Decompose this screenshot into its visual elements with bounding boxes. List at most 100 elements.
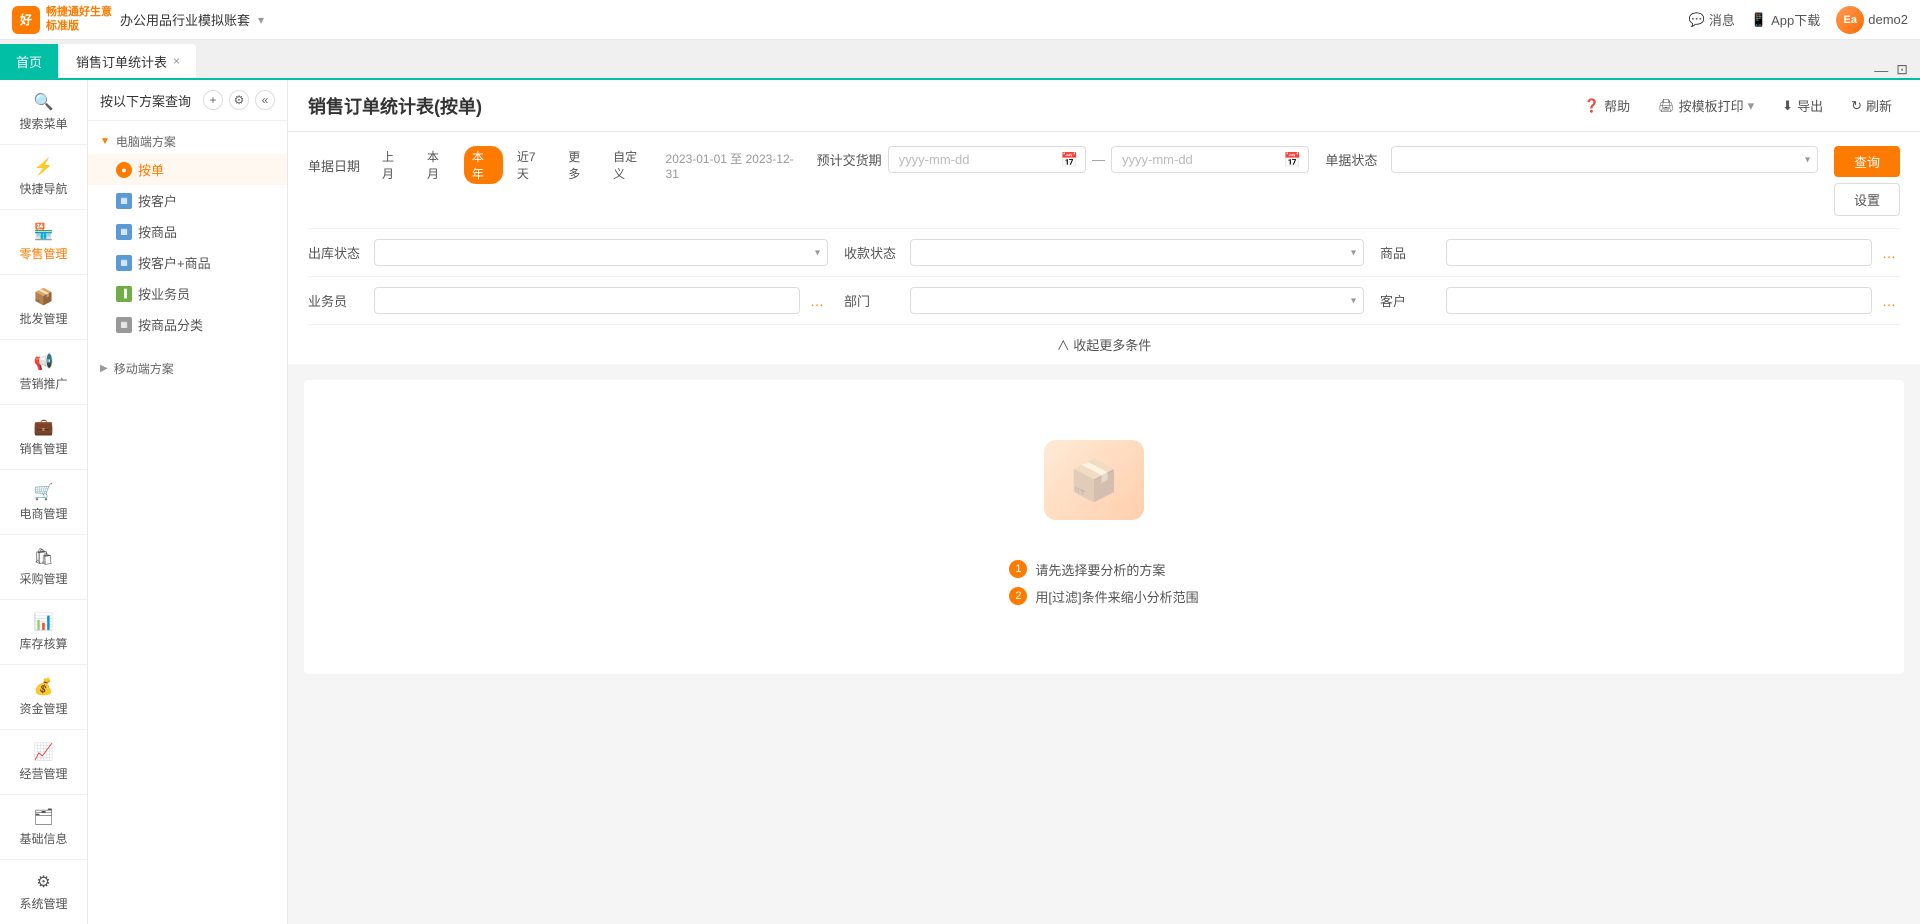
scheme-item-by-goods[interactable]: ▦ 按商品 xyxy=(88,216,287,247)
tab-restore-icon[interactable]: ⊡ xyxy=(1896,61,1908,78)
marketing-icon: 📢 xyxy=(4,352,83,372)
avatar: Ea xyxy=(1836,6,1864,34)
expected-date-start[interactable] xyxy=(888,146,1086,173)
action-buttons: 查询 设置 xyxy=(1834,146,1900,216)
empty-state: 📦 1 请先选择要分析的方案 2 用[过滤]条件来缩小分析范围 xyxy=(304,380,1904,674)
empty-tips: 1 请先选择要分析的方案 2 用[过滤]条件来缩小分析范围 xyxy=(1009,560,1198,614)
finance-icon: 💰 xyxy=(4,677,83,697)
print-dropdown-icon[interactable]: ▾ xyxy=(1748,98,1755,114)
sidebar-item-marketing[interactable]: 📢 营销推广 xyxy=(0,340,87,405)
tip-num-2: 2 xyxy=(1009,587,1027,605)
date-last-month[interactable]: 上月 xyxy=(374,146,413,184)
help-button[interactable]: ❓ 帮助 xyxy=(1576,92,1638,119)
goods-more-icon[interactable]: … xyxy=(1878,245,1900,261)
delivery-status-wrapper: ▾ xyxy=(374,239,828,266)
tip-num-1: 1 xyxy=(1009,560,1027,578)
date-last-7-days[interactable]: 近7天 xyxy=(509,146,554,184)
logo-area: 好 畅捷通好生意 标准版 xyxy=(12,6,112,34)
salesman-label: 业务员 xyxy=(308,291,368,310)
basic-info-icon: 🗂 xyxy=(4,807,83,827)
retail-icon: 🏪 xyxy=(4,222,83,242)
scheme-item-by-customer[interactable]: ▦ 按客户 xyxy=(88,185,287,216)
scheme-item-by-customer-goods[interactable]: ▦ 按客户+商品 xyxy=(88,247,287,278)
scheme-settings-button[interactable]: ⚙ xyxy=(229,90,249,110)
export-button[interactable]: ⬇ 导出 xyxy=(1774,92,1831,119)
receipt-status-label: 收款状态 xyxy=(844,243,904,262)
tab-home[interactable]: 首页 xyxy=(0,44,58,78)
sidebar-item-purchase[interactable]: 🛍 采购管理 xyxy=(0,535,87,600)
sidebar-item-operations[interactable]: 📈 经营管理 xyxy=(0,730,87,795)
settings-button[interactable]: 设置 xyxy=(1834,183,1900,216)
pc-section-header[interactable]: ▼ 电脑端方案 xyxy=(88,129,287,154)
scheme-panel-header: 按以下方案查询 + ⚙ « xyxy=(88,80,287,121)
customer-more-icon[interactable]: … xyxy=(1878,293,1900,309)
top-bar: 好 畅捷通好生意 标准版 办公用品行业模拟账套 ▾ 💬 消息 📱 App下载 E… xyxy=(0,0,1920,40)
breadcrumb-arrow-icon[interactable]: ▾ xyxy=(258,13,264,27)
sidebar-item-inventory[interactable]: 📊 库存核算 xyxy=(0,600,87,665)
sales-icon: 💼 xyxy=(4,417,83,437)
customer-label: 客户 xyxy=(1380,291,1440,310)
scheme-panel-actions: + ⚙ « xyxy=(203,90,275,110)
collapse-button[interactable]: ∧ 收起更多条件 xyxy=(1057,335,1152,354)
main-area: 销售订单统计表(按单) ❓ 帮助 🖨 按模板打印 ▾ ⬇ 导出 xyxy=(288,80,1920,924)
scheme-item-by-category[interactable]: ▦ 按商品分类 xyxy=(88,309,287,340)
goods-input[interactable] xyxy=(1446,239,1872,266)
by-goods-icon: ▦ xyxy=(116,224,132,240)
tab-minimize-icon[interactable]: — xyxy=(1874,62,1888,78)
bill-status-select[interactable] xyxy=(1391,146,1818,173)
add-scheme-button[interactable]: + xyxy=(203,90,223,110)
sidebar-item-system[interactable]: ⚙ 系统管理 xyxy=(0,860,87,924)
pc-section-title: 电脑端方案 xyxy=(116,133,176,150)
tab-current[interactable]: 销售订单统计表 × xyxy=(60,44,196,78)
mobile-section-header[interactable]: ▶ 移动端方案 xyxy=(88,356,287,381)
sidebar-item-search[interactable]: 🔍 搜索菜单 xyxy=(0,80,87,145)
page-header: 销售订单统计表(按单) ❓ 帮助 🖨 按模板打印 ▾ ⬇ 导出 xyxy=(288,80,1920,132)
tab-bar-actions: — ⊡ xyxy=(1862,61,1920,78)
receipt-status-select[interactable] xyxy=(910,239,1364,266)
scheme-item-by-order[interactable]: ● 按单 xyxy=(88,154,287,185)
salesman-input[interactable] xyxy=(374,287,800,314)
date-this-month[interactable]: 本月 xyxy=(419,146,458,184)
message-button[interactable]: 💬 消息 xyxy=(1689,10,1735,29)
search-icon: 🔍 xyxy=(4,92,83,112)
sidebar-item-sales[interactable]: 💼 销售管理 xyxy=(0,405,87,470)
calendar-end-icon[interactable]: 📅 xyxy=(1284,151,1301,168)
tab-close-icon[interactable]: × xyxy=(173,54,180,68)
message-icon: 💬 xyxy=(1689,12,1705,28)
date-this-year[interactable]: 本年 xyxy=(464,146,503,184)
purchase-icon: 🛍 xyxy=(4,547,83,567)
calendar-start-icon[interactable]: 📅 xyxy=(1061,151,1078,168)
tab-bar: 首页 销售订单统计表 × — ⊡ xyxy=(0,40,1920,80)
expected-date-start-wrapper: 📅 xyxy=(888,146,1086,173)
by-order-icon: ● xyxy=(116,162,132,178)
expected-date-end[interactable] xyxy=(1111,146,1309,173)
department-select[interactable] xyxy=(910,287,1364,314)
main-layout: 🔍 搜索菜单 ⚡ 快捷导航 🏪 零售管理 📦 批发管理 📢 营销推广 💼 销售管… xyxy=(0,80,1920,924)
date-custom[interactable]: 自定义 xyxy=(605,146,655,184)
date-more[interactable]: 更多 xyxy=(560,146,599,184)
user-menu[interactable]: Ea demo2 xyxy=(1836,6,1908,34)
refresh-button[interactable]: ↻ 刷新 xyxy=(1843,92,1900,119)
sidebar-item-basic-info[interactable]: 🗂 基础信息 xyxy=(0,795,87,860)
sidebar-item-retail[interactable]: 🏪 零售管理 xyxy=(0,210,87,275)
salesman-more-icon[interactable]: … xyxy=(806,293,828,309)
page-title: 销售订单统计表(按单) xyxy=(308,93,482,119)
page-header-actions: ❓ 帮助 🖨 按模板打印 ▾ ⬇ 导出 ↻ 刷新 xyxy=(1576,92,1900,119)
top-bar-left: 好 畅捷通好生意 标准版 办公用品行业模拟账套 ▾ xyxy=(12,6,264,34)
scheme-item-by-salesman[interactable]: ▐ 按业务员 xyxy=(88,278,287,309)
delivery-status-select[interactable] xyxy=(374,239,828,266)
sidebar-item-wholesale[interactable]: 📦 批发管理 xyxy=(0,275,87,340)
sidebar-item-quick-nav[interactable]: ⚡ 快捷导航 xyxy=(0,145,87,210)
sidebar-item-finance[interactable]: 💰 资金管理 xyxy=(0,665,87,730)
filter-container: 单据日期 上月 本月 本年 近7天 更多 自定义 2023-01-01 至 20… xyxy=(288,132,1920,364)
top-bar-right: 💬 消息 📱 App下载 Ea demo2 xyxy=(1689,6,1908,34)
sidebar-item-ecommerce[interactable]: 🛒 电商管理 xyxy=(0,470,87,535)
app-download-button[interactable]: 📱 App下载 xyxy=(1751,10,1820,29)
query-button[interactable]: 查询 xyxy=(1834,146,1900,177)
quick-nav-icon: ⚡ xyxy=(4,157,83,177)
customer-input[interactable] xyxy=(1446,287,1872,314)
refresh-icon: ↻ xyxy=(1851,98,1862,114)
logo-icon: 好 xyxy=(12,6,40,34)
scheme-collapse-button[interactable]: « xyxy=(255,90,275,110)
print-button[interactable]: 🖨 按模板打印 ▾ xyxy=(1650,92,1762,119)
